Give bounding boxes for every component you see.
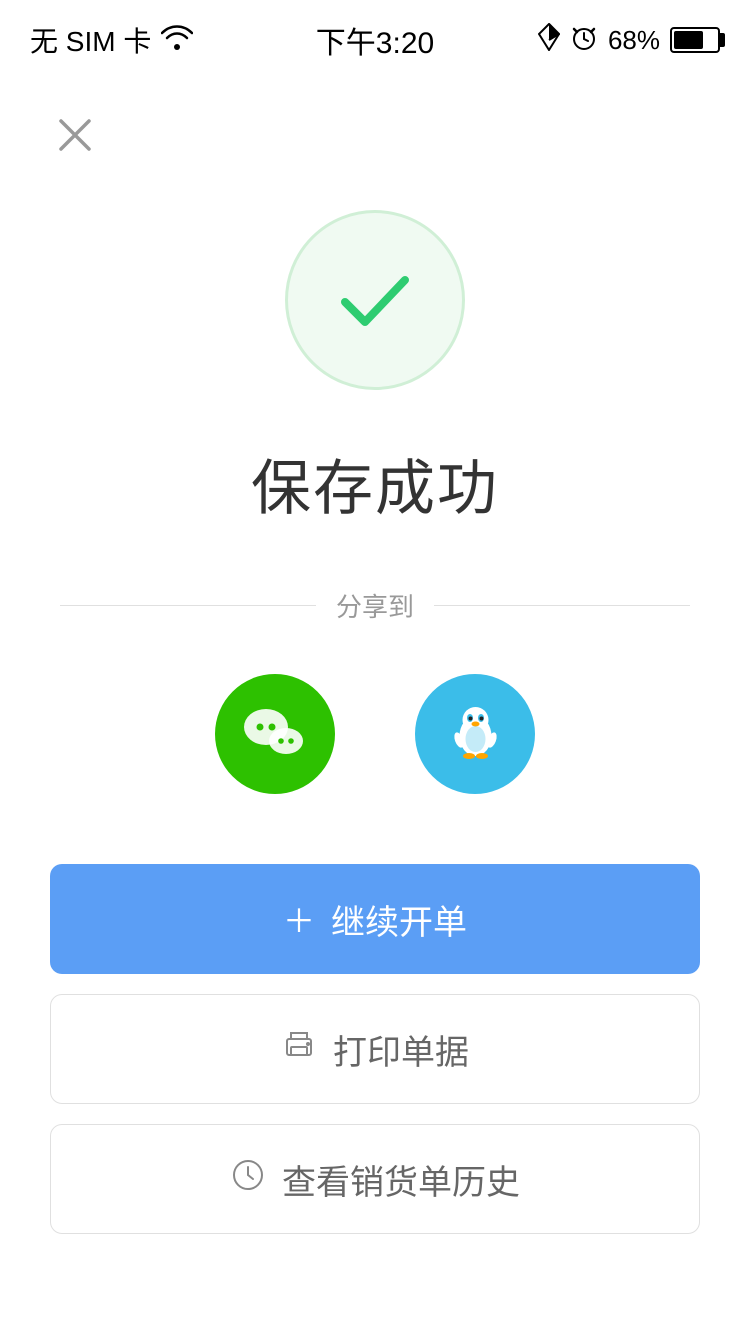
view-history-button[interactable]: 查看销货单历史 [50, 1124, 700, 1234]
wifi-icon [161, 24, 193, 57]
wechat-icon [240, 699, 310, 769]
success-title: 保存成功 [251, 440, 499, 527]
clock-icon [230, 1157, 266, 1201]
divider-right [434, 605, 690, 606]
carrier-text: 无 SIM 卡 [30, 20, 151, 60]
divider-left [60, 605, 316, 606]
print-receipt-label: 打印单据 [333, 1025, 469, 1074]
status-bar: 无 SIM 卡 下午3:20 68% [0, 0, 750, 80]
continue-order-button[interactable]: ＋ 继续开单 [50, 864, 700, 974]
battery-text: 68% [608, 25, 660, 56]
close-button[interactable] [50, 110, 100, 160]
success-circle [285, 210, 465, 390]
success-icon-wrapper [285, 210, 465, 390]
main-content: 保存成功 分享到 [0, 80, 750, 1234]
alarm-icon [570, 23, 598, 58]
printer-icon [281, 1027, 317, 1071]
battery-icon [670, 27, 720, 53]
checkmark-icon [330, 255, 420, 345]
continue-order-label: 继续开单 [331, 895, 467, 944]
location-icon [538, 23, 560, 58]
close-button-row [0, 80, 750, 190]
status-time: 下午3:20 [316, 18, 434, 62]
action-buttons: ＋ 继续开单 打印单据 查看销货单历史 [0, 864, 750, 1234]
share-divider: 分享到 [0, 587, 750, 624]
status-right: 68% [538, 23, 720, 58]
wechat-share-button[interactable] [215, 674, 335, 794]
plus-icon: ＋ [283, 896, 315, 942]
share-label: 分享到 [316, 587, 434, 624]
status-left: 无 SIM 卡 [30, 20, 193, 60]
qq-icon [443, 702, 508, 767]
view-history-label: 查看销货单历史 [282, 1155, 520, 1204]
share-icons [215, 674, 535, 794]
qq-share-button[interactable] [415, 674, 535, 794]
print-receipt-button[interactable]: 打印单据 [50, 994, 700, 1104]
